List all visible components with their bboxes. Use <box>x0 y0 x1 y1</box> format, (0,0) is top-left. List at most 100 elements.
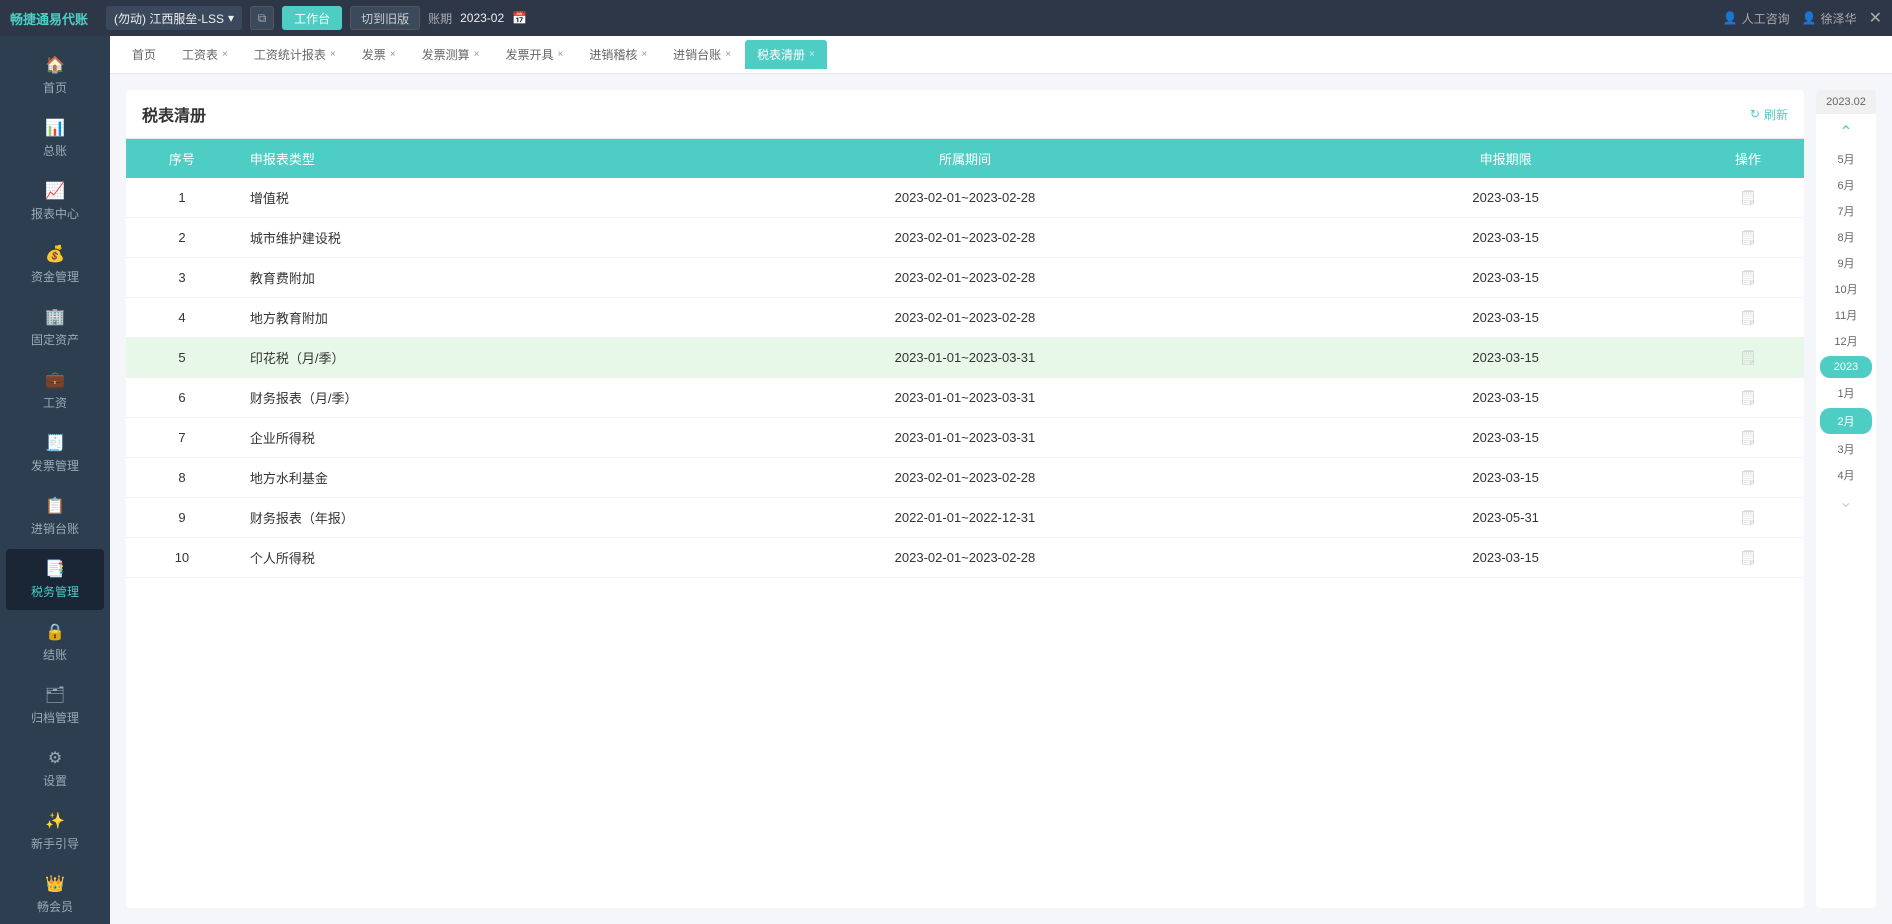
timeline-month-8[interactable]: 8月 <box>1816 224 1876 250</box>
workbench-button[interactable]: 工作台 <box>282 6 342 30</box>
timeline-month-4[interactable]: 4月 <box>1816 462 1876 488</box>
timeline-month-1[interactable]: 1月 <box>1816 380 1876 406</box>
sidebar-item-member[interactable]: 👑 畅会员 <box>6 864 104 924</box>
cell-type: 财务报表（年报） <box>238 498 611 538</box>
timeline-month-12[interactable]: 12月 <box>1816 328 1876 354</box>
tab-home[interactable]: 首页 <box>120 40 168 69</box>
action-icon[interactable]: 🗒 <box>1739 469 1757 485</box>
panel-header: 税表清册 ↻ 刷新 <box>126 90 1804 139</box>
purchase-icon: 📋 <box>45 496 65 516</box>
cell-deadline: 2023-03-15 <box>1319 538 1692 578</box>
cell-type: 增值税 <box>238 178 611 218</box>
tab-close-invoice[interactable]: × <box>390 49 396 60</box>
sidebar-item-archive[interactable]: 🗂 归档管理 <box>6 675 104 736</box>
calendar-icon[interactable]: 📅 <box>512 11 527 25</box>
cell-deadline: 2023-03-15 <box>1319 418 1692 458</box>
cell-period: 2023-02-01~2023-02-28 <box>611 258 1319 298</box>
action-icon[interactable]: 🗒 <box>1739 429 1757 445</box>
sidebar-item-assets[interactable]: 🏢 固定资产 <box>6 297 104 358</box>
timeline-month-9[interactable]: 9月 <box>1816 250 1876 276</box>
col-no: 序号 <box>126 139 238 178</box>
cell-action: 🗒 <box>1692 178 1804 218</box>
table-row: 5 印花税（月/季） 2023-01-01~2023-03-31 2023-03… <box>126 338 1804 378</box>
tab-close-invoice-open[interactable]: × <box>557 49 563 60</box>
cell-period: 2023-02-01~2023-02-28 <box>611 538 1319 578</box>
home-icon: 🏠 <box>45 55 65 75</box>
sidebar-item-label: 首页 <box>43 79 67 96</box>
table-row: 1 增值税 2023-02-01~2023-02-28 2023-03-15 🗒 <box>126 178 1804 218</box>
timeline-month-3[interactable]: 3月 <box>1816 436 1876 462</box>
action-icon[interactable]: 🗒 <box>1739 509 1757 525</box>
action-icon[interactable]: 🗒 <box>1739 309 1757 325</box>
close-window-button[interactable]: ✕ <box>1869 8 1882 28</box>
col-period: 所属期间 <box>611 139 1319 178</box>
cell-type: 印花税（月/季） <box>238 338 611 378</box>
timeline-month-7[interactable]: 7月 <box>1816 198 1876 224</box>
tab-salary-report[interactable]: 工资统计报表 × <box>242 40 348 69</box>
sidebar-item-ledger[interactable]: 📊 总账 <box>6 108 104 169</box>
tab-invoice-calc[interactable]: 发票测算 × <box>410 40 492 69</box>
tab-purchase-check[interactable]: 进销稽核 × <box>577 40 659 69</box>
tab-close-salary-report[interactable]: × <box>330 49 336 60</box>
copy-button[interactable]: ⧉ <box>250 6 274 30</box>
table-row: 9 财务报表（年报） 2022-01-01~2022-12-31 2023-05… <box>126 498 1804 538</box>
timeline-month-10[interactable]: 10月 <box>1816 276 1876 302</box>
sidebar-item-report[interactable]: 📈 报表中心 <box>6 171 104 232</box>
switch-button[interactable]: 切到旧版 <box>350 6 420 30</box>
tab-close-salary[interactable]: × <box>222 49 228 60</box>
tab-close-purchase-check[interactable]: × <box>641 49 647 60</box>
fund-icon: 💰 <box>45 244 65 264</box>
cell-type: 个人所得税 <box>238 538 611 578</box>
dropdown-icon: ▾ <box>228 11 234 25</box>
cell-no: 2 <box>126 218 238 258</box>
timeline-down-button[interactable]: ⌄ <box>1835 488 1856 516</box>
cell-type: 教育费附加 <box>238 258 611 298</box>
table-row: 7 企业所得税 2023-01-01~2023-03-31 2023-03-15… <box>126 418 1804 458</box>
sidebar-item-label: 结账 <box>43 646 67 663</box>
tab-salary[interactable]: 工资表 × <box>170 40 240 69</box>
tab-purchase-ledger[interactable]: 进销台账 × <box>661 40 743 69</box>
timeline-month-6[interactable]: 6月 <box>1816 172 1876 198</box>
tab-close-purchase-ledger[interactable]: × <box>725 49 731 60</box>
cell-action: 🗒 <box>1692 458 1804 498</box>
action-icon[interactable]: 🗒 <box>1739 189 1757 205</box>
action-icon[interactable]: 🗒 <box>1739 549 1757 565</box>
timeline-month-2[interactable]: 2月 <box>1820 408 1872 434</box>
sidebar-item-purchase[interactable]: 📋 进销台账 <box>6 486 104 547</box>
salary-icon: 💼 <box>45 370 65 390</box>
sidebar-item-invoice[interactable]: 🧾 发票管理 <box>6 423 104 484</box>
tab-tax-list[interactable]: 税表清册 × <box>745 40 827 69</box>
action-icon[interactable]: 🗒 <box>1739 269 1757 285</box>
sidebar-item-home[interactable]: 🏠 首页 <box>6 45 104 106</box>
user-info[interactable]: 👤 徐泽华 <box>1802 10 1857 27</box>
tab-invoice[interactable]: 发票 × <box>350 40 408 69</box>
action-icon[interactable]: 🗒 <box>1739 349 1757 365</box>
sidebar-item-salary[interactable]: 💼 工资 <box>6 360 104 421</box>
tax-icon: 📑 <box>45 559 65 579</box>
cell-type: 城市维护建设税 <box>238 218 611 258</box>
sidebar-item-settings[interactable]: ⚙ 设置 <box>6 738 104 799</box>
timeline-body: ⌃ 5月 6月 7月 8月 9月 10月 11月 12月 2023 1月 2月 … <box>1816 114 1876 520</box>
timeline-month-11[interactable]: 11月 <box>1816 302 1876 328</box>
sidebar-item-close-accounts[interactable]: 🔒 结账 <box>6 612 104 673</box>
refresh-button[interactable]: ↻ 刷新 <box>1750 106 1788 123</box>
cell-action: 🗒 <box>1692 258 1804 298</box>
company-selector[interactable]: (勿动) 江西服垒-LSS ▾ <box>106 6 242 30</box>
sidebar-item-fund[interactable]: 💰 资金管理 <box>6 234 104 295</box>
sidebar-item-guide[interactable]: ✨ 新手引导 <box>6 801 104 862</box>
sidebar-item-tax[interactable]: 📑 税务管理 <box>6 549 104 610</box>
page-title: 税表清册 <box>142 102 206 126</box>
cell-type: 地方水利基金 <box>238 458 611 498</box>
action-icon[interactable]: 🗒 <box>1739 229 1757 245</box>
cell-type: 地方教育附加 <box>238 298 611 338</box>
tab-close-invoice-calc[interactable]: × <box>474 49 480 60</box>
action-icon[interactable]: 🗒 <box>1739 389 1757 405</box>
tab-invoice-open[interactable]: 发票开具 × <box>493 40 575 69</box>
timeline-month-5[interactable]: 5月 <box>1816 146 1876 172</box>
tab-close-tax-list[interactable]: × <box>809 49 815 60</box>
timeline-up-button[interactable]: ⌃ <box>1835 118 1856 146</box>
timeline-year-2023[interactable]: 2023 <box>1820 356 1872 378</box>
cell-action: 🗒 <box>1692 298 1804 338</box>
page-content: 税表清册 ↻ 刷新 序号 申报表类型 所属期间 申报期限 <box>110 74 1892 924</box>
ai-consult-button[interactable]: 👤 人工咨询 <box>1723 10 1790 27</box>
